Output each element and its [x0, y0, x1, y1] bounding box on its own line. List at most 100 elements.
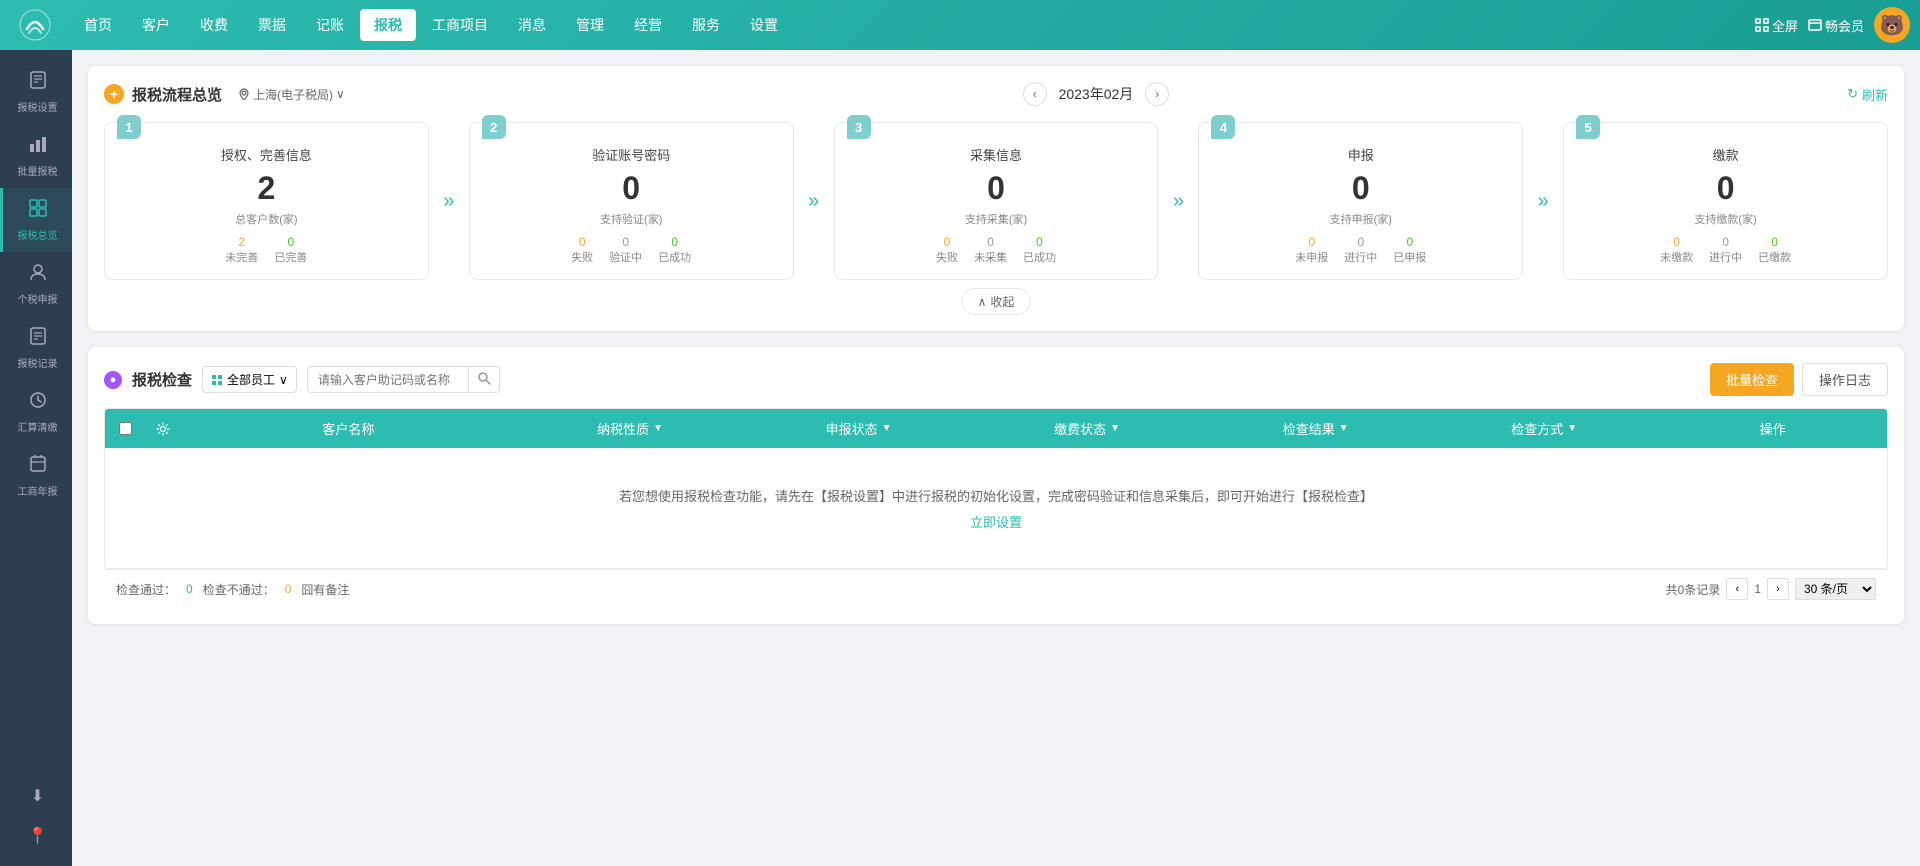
annual-report-icon: [28, 454, 48, 479]
chevron-down-icon: ∨: [279, 373, 288, 387]
sidebar-bottom: ⬇ 📍: [0, 776, 72, 866]
refresh-icon: ↻: [1847, 86, 1858, 102]
nav-manage[interactable]: 管理: [562, 9, 618, 41]
step-1-stats: 2 未完善 0 已完善: [121, 235, 412, 265]
current-page: 1: [1754, 582, 1761, 596]
collapse-button[interactable]: ∧ 收起: [961, 288, 1032, 315]
total-records: 共0条记录: [1666, 581, 1721, 598]
sidebar-item-personal-tax[interactable]: 个税申报: [0, 252, 72, 316]
employee-selector[interactable]: 全部员工 ∨: [202, 366, 297, 393]
filter-icon-4[interactable]: ▼: [1339, 423, 1349, 434]
nav-fee[interactable]: 收费: [186, 9, 242, 41]
fullscreen-button[interactable]: 全屏: [1755, 16, 1798, 35]
step-2-stats: 0 失败 0 验证中 0 已成功: [486, 235, 777, 265]
nav-message[interactable]: 消息: [504, 9, 560, 41]
step-1-stat-1-value[interactable]: 0: [288, 235, 295, 249]
prev-month-button[interactable]: ‹: [1023, 82, 1047, 106]
sidebar-item-location[interactable]: 📍: [0, 816, 72, 856]
location-selector[interactable]: 上海(电子税局) ∨: [238, 86, 345, 103]
th-gear[interactable]: [145, 409, 181, 448]
check-table: 客户名称 纳税性质 ▼ 申报状态 ▼ 缴费状态 ▼ 检查: [104, 408, 1888, 569]
search-box: [307, 366, 500, 393]
sidebar-label-batch-tax: 批量报税: [18, 163, 58, 178]
search-input[interactable]: [308, 369, 468, 391]
nav-accounting[interactable]: 记账: [302, 9, 358, 41]
pass-label: 检查通过：: [116, 581, 176, 598]
note-label: 囧有备注: [301, 581, 349, 598]
nav-home[interactable]: 首页: [70, 9, 126, 41]
th-operation: 操作: [1658, 409, 1887, 448]
step-5-badge: 5: [1576, 115, 1600, 139]
step-1-title: 授权、完善信息: [121, 145, 412, 164]
next-page-button[interactable]: ›: [1767, 578, 1789, 600]
step-2-stat-1[interactable]: 0: [622, 235, 629, 249]
empty-state: 若您想使用报税检查功能，请先在【报税设置】中进行报税的初始化设置，完成密码验证和…: [619, 485, 1373, 531]
fail-count[interactable]: 0: [285, 582, 292, 596]
th-pay-status: 缴费状态 ▼: [973, 409, 1202, 448]
flow-title-icon: +: [104, 84, 124, 104]
content-area: + 报税流程总览 上海(电子税局) ∨ ‹ 2023年02月 › ↻: [72, 50, 1920, 866]
step-2-count: 0: [486, 170, 777, 207]
nav-invoice[interactable]: 票据: [244, 9, 300, 41]
sidebar-item-batch-tax[interactable]: 批量报税: [0, 124, 72, 188]
sidebar-item-tax-record[interactable]: 报税记录: [0, 316, 72, 380]
step-2-stat-2[interactable]: 0: [671, 235, 678, 249]
nav-service[interactable]: 服务: [678, 9, 734, 41]
nav-tax[interactable]: 报税: [360, 9, 416, 41]
nav-right-area: 全屏 畅会员 🐻: [1755, 7, 1910, 43]
sidebar-item-download[interactable]: ⬇: [0, 776, 72, 816]
empty-tip-text: 若您想使用报税检查功能，请先在【报税设置】中进行报税的初始化设置，完成密码验证和…: [619, 485, 1373, 508]
sidebar-item-annual-report[interactable]: 工商年报: [0, 444, 72, 508]
filter-icon-5[interactable]: ▼: [1567, 423, 1577, 434]
refresh-button[interactable]: ↻ 刷新: [1847, 85, 1888, 104]
step-1-stat-0-label: 未完善: [225, 249, 258, 265]
sidebar-item-tax-settings[interactable]: 报税设置: [0, 60, 72, 124]
flow-title: + 报税流程总览: [104, 84, 222, 105]
fail-label: 检查不通过：: [203, 581, 275, 598]
sidebar-label-annual-report: 工商年报: [18, 483, 58, 498]
user-avatar[interactable]: 🐻: [1874, 7, 1910, 43]
page-size-select[interactable]: 30 条/页 50 条/页 100 条/页: [1795, 578, 1876, 600]
nav-customer[interactable]: 客户: [128, 9, 184, 41]
next-month-button[interactable]: ›: [1145, 82, 1169, 106]
annual-settlement-icon: [28, 390, 48, 415]
pass-count[interactable]: 0: [186, 582, 193, 596]
tax-overview-icon: [28, 198, 48, 223]
th-checkbox[interactable]: [105, 409, 145, 448]
nav-settings[interactable]: 设置: [736, 9, 792, 41]
nav-business[interactable]: 工商项目: [418, 9, 502, 41]
arrow-icon-1: »: [443, 190, 454, 213]
top-navigation: 首页 客户 收费 票据 记账 报税 工商项目 消息 管理 经营 服务 设置 全屏…: [0, 0, 1920, 50]
step-5-card: 5 缴款 0 支持缴款(家) 0 未缴款 0 进行中: [1563, 122, 1888, 280]
step-2-stat-0[interactable]: 0: [579, 235, 586, 249]
arrow-2: »: [794, 122, 834, 280]
select-all-checkbox[interactable]: [119, 422, 132, 435]
arrow-3: »: [1158, 122, 1198, 280]
prev-page-button[interactable]: ‹: [1726, 578, 1748, 600]
collapse-row: ∧ 收起: [104, 288, 1888, 315]
operation-log-button[interactable]: 操作日志: [1802, 363, 1888, 396]
th-tax-nature: 纳税性质 ▼: [516, 409, 745, 448]
batch-check-button[interactable]: 批量检查: [1710, 363, 1794, 396]
arrow-icon-2: »: [808, 190, 819, 213]
search-button[interactable]: [468, 367, 499, 392]
arrow-icon-3: »: [1173, 190, 1184, 213]
setup-link[interactable]: 立即设置: [619, 512, 1373, 531]
sidebar-label-annual-settlement: 汇算清缴: [18, 419, 58, 434]
member-button[interactable]: 畅会员: [1808, 16, 1864, 35]
check-title: 报税检查: [132, 369, 192, 390]
table-header: 客户名称 纳税性质 ▼ 申报状态 ▼ 缴费状态 ▼ 检查: [105, 409, 1887, 448]
step-3-stats: 0 失败 0 未采集 0 已成功: [851, 235, 1142, 265]
sidebar-item-tax-overview[interactable]: 报税总览: [0, 188, 72, 252]
step-1-stat-0-value[interactable]: 2: [239, 235, 246, 249]
filter-icon-2[interactable]: ▼: [882, 423, 892, 434]
step-2-card: 2 验证账号密码 0 支持验证(家) 0 失败 0 验证中: [469, 122, 794, 280]
step-1-count: 2: [121, 170, 412, 207]
nav-operation[interactable]: 经营: [620, 9, 676, 41]
sidebar-item-annual-settlement[interactable]: 汇算清缴: [0, 380, 72, 444]
th-check-method: 检查方式 ▼: [1430, 409, 1659, 448]
filter-icon-1[interactable]: ▼: [653, 423, 663, 434]
flow-header: + 报税流程总览 上海(电子税局) ∨ ‹ 2023年02月 › ↻: [104, 82, 1888, 106]
step-1-card: 1 授权、完善信息 2 总客户数(家) 2 未完善 0 已完善: [104, 122, 429, 280]
filter-icon-3[interactable]: ▼: [1110, 423, 1120, 434]
